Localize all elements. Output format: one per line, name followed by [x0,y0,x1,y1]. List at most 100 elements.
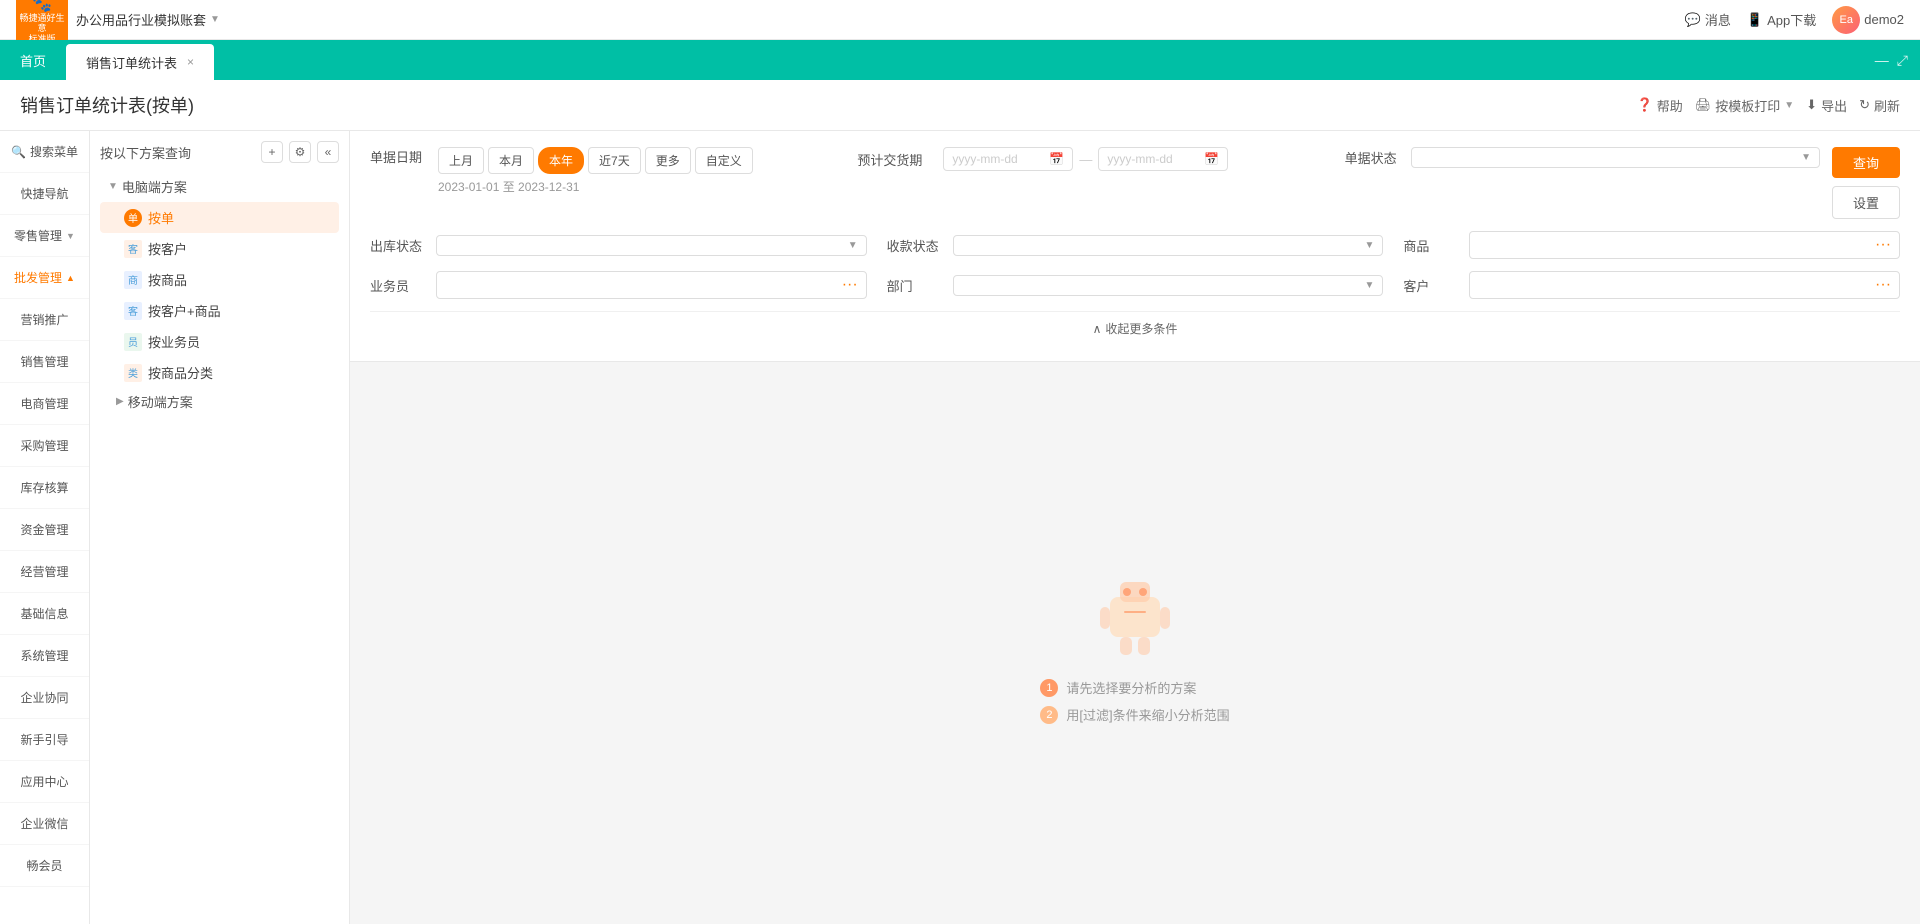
expected-date-to-input[interactable]: yyyy-mm-dd 📅 [1098,147,1228,171]
main-content: 🔍 搜索菜单 快捷导航 零售管理 ▼ 批发管理 ▲ 营销推广 销售管理 电商管理… [0,131,1920,924]
date-btn-this-year[interactable]: 本年 [538,147,584,174]
user-profile[interactable]: Ea demo2 [1832,6,1904,34]
sidebar-item-wholesale[interactable]: 批发管理 ▲ [0,257,89,299]
message-icon: 💬 [1685,12,1701,28]
date-btn-last-month[interactable]: 上月 [438,147,484,174]
marketing-label: 营销推广 [20,311,68,328]
date-range-text: 2023-01-01 至 2023-12-31 [438,178,753,195]
download-icon: 📱 [1747,12,1763,28]
sidebar-item-marketing[interactable]: 营销推广 [0,299,89,341]
right-panel: 单据日期 上月 本月 本年 近7天 更多 自定义 2023-01-01 至 20… [350,131,1920,924]
maximize-icon[interactable]: ⤢ [1897,52,1908,69]
help-label: 帮助 [1657,96,1683,115]
export-button[interactable]: ⬇ 导出 [1806,96,1847,115]
refresh-button[interactable]: ↻ 刷新 [1859,96,1900,115]
add-scheme-button[interactable]: + [261,141,283,163]
left-panel-actions: + ⚙ « [261,141,339,163]
export-icon: ⬇ [1806,97,1817,113]
pc-group-label: 电脑端方案 [122,177,187,196]
sidebar-item-sales[interactable]: 销售管理 [0,341,89,383]
department-select[interactable]: ▼ [953,275,1384,296]
scheme-item-by-order[interactable]: 单 按单 [100,202,339,233]
expected-date-from-input[interactable]: yyyy-mm-dd 📅 [943,147,1073,171]
by-category-label: 按商品分类 [148,363,213,382]
breadcrumb-chevron-icon: ▼ [210,14,220,25]
scheme-item-by-category[interactable]: 类 按商品分类 [100,357,339,388]
page-title: 销售订单统计表(按单) [20,92,194,130]
tab-close-icon[interactable]: × [187,55,194,69]
minimize-icon[interactable]: — [1875,52,1889,68]
date-btn-this-month[interactable]: 本月 [488,147,534,174]
sidebar-item-app-center[interactable]: 应用中心 [0,761,89,803]
out-status-select[interactable]: ▼ [436,235,867,256]
date-btn-custom[interactable]: 自定义 [695,147,753,174]
goods-label: 商品 [1403,236,1463,255]
sidebar-item-enterprise[interactable]: 企业协同 [0,677,89,719]
tip-text-1: 请先选择要分析的方案 [1066,678,1196,697]
goods-more-icon[interactable]: ··· [1875,236,1891,254]
mobile-group-header[interactable]: ▶ 移动端方案 [100,388,339,415]
scheme-settings-button[interactable]: ⚙ [289,141,311,163]
topbar: 🐾 畅捷通好生意 标准版 办公用品行业模拟账套 ▼ 💬 消息 📱 App下载 E… [0,0,1920,40]
by-order-label: 按单 [148,208,174,227]
sidebar-item-retail[interactable]: 零售管理 ▼ [0,215,89,257]
ecommerce-label: 电商管理 [20,395,68,412]
breadcrumb[interactable]: 办公用品行业模拟账套 ▼ [76,10,220,29]
pc-group-header[interactable]: ▼ 电脑端方案 [100,171,339,202]
sidebar-item-member[interactable]: 畅会员 [0,845,89,887]
expected-date-from-placeholder: yyyy-mm-dd [952,152,1017,166]
retail-chevron-icon: ▼ [66,231,75,241]
collapse-panel-button[interactable]: « [317,141,339,163]
receive-status-select[interactable]: ▼ [953,235,1384,256]
tip-num-1: 1 [1040,679,1058,697]
empty-tip-1: 1 请先选择要分析的方案 [1040,678,1229,697]
left-panel-title: 按以下方案查询 [100,143,191,162]
app-download-button[interactable]: 📱 App下载 [1747,10,1816,29]
status-chevron-icon: ▼ [1801,152,1811,163]
sidebar-item-guide[interactable]: 新手引导 [0,719,89,761]
by-salesman-label: 按业务员 [148,332,200,351]
collapse-filter-button[interactable]: ∧ 收起更多条件 [370,311,1900,345]
sidebar-item-basic-info[interactable]: 基础信息 [0,593,89,635]
empty-state-illustration [1085,562,1185,662]
sidebar-item-enterprise-wechat[interactable]: 企业微信 [0,803,89,845]
date-btn-7days[interactable]: 近7天 [588,147,641,174]
date-btn-more[interactable]: 更多 [645,147,691,174]
sidebar-item-finance[interactable]: 资金管理 [0,509,89,551]
page-header: 销售订单统计表(按单) ❓ 帮助 🖨 按模板打印 ▼ ⬇ 导出 ↻ 刷新 [0,80,1920,131]
finance-label: 资金管理 [20,521,68,538]
status-select[interactable]: ▼ [1411,147,1820,168]
sales-label: 销售管理 [20,353,68,370]
scheme-item-by-customer-goods[interactable]: 客 按客户+商品 [100,295,339,326]
scheme-item-by-salesman[interactable]: 员 按业务员 [100,326,339,357]
mobile-group-label: 移动端方案 [128,392,193,411]
inventory-label: 库存核算 [20,479,68,496]
sidebar-item-purchase[interactable]: 采购管理 [0,425,89,467]
query-button[interactable]: 查询 [1832,147,1900,178]
breadcrumb-text: 办公用品行业模拟账套 [76,10,206,29]
customer-more-icon[interactable]: ··· [1875,276,1891,294]
system-label: 系统管理 [20,647,68,664]
tab-home[interactable]: 首页 [0,40,66,80]
wholesale-chevron-icon: ▲ [66,273,75,283]
expected-date-label: 预计交货期 [857,150,937,169]
sidebar-item-shortcuts[interactable]: 快捷导航 [0,173,89,215]
sidebar-item-ecommerce[interactable]: 电商管理 [0,383,89,425]
sidebar-item-system[interactable]: 系统管理 [0,635,89,677]
by-category-icon: 类 [124,364,142,382]
settings-button[interactable]: 设置 [1832,186,1900,219]
template-print-button[interactable]: 🖨 按模板打印 ▼ [1695,96,1794,115]
sidebar-item-inventory[interactable]: 库存核算 [0,467,89,509]
empty-tips: 1 请先选择要分析的方案 2 用[过滤]条件来缩小分析范围 [1040,678,1229,724]
sidebar-item-search[interactable]: 🔍 搜索菜单 [0,131,89,173]
date-filter-label: 单据日期 [370,147,430,166]
messages-button[interactable]: 💬 消息 [1685,10,1731,29]
help-button[interactable]: ❓ 帮助 [1637,96,1683,115]
salesman-more-icon[interactable]: ··· [842,276,858,294]
scheme-item-by-customer[interactable]: 客 按客户 [100,233,339,264]
sidebar-item-operations[interactable]: 经营管理 [0,551,89,593]
scheme-item-by-goods[interactable]: 商 按商品 [100,264,339,295]
tab-current[interactable]: 销售订单统计表 × [66,44,214,80]
by-order-icon: 单 [124,209,142,227]
by-customer-icon: 客 [124,240,142,258]
